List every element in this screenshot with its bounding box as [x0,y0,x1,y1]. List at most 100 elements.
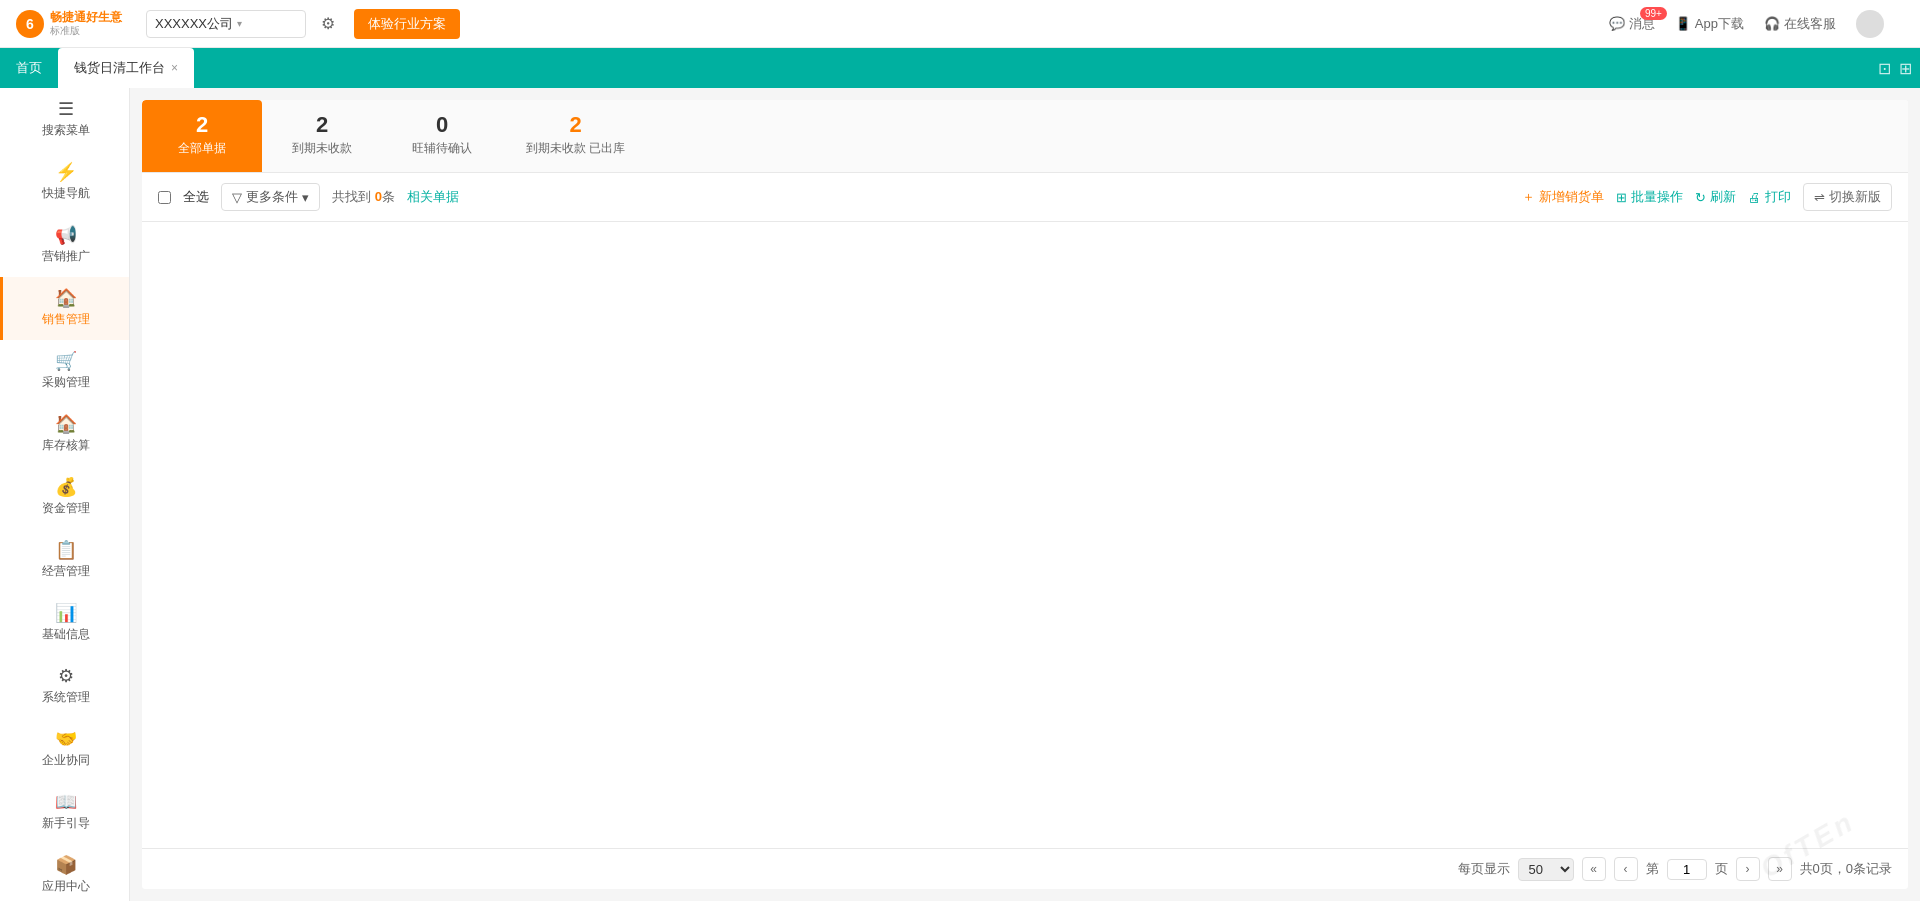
print-button[interactable]: 🖨 打印 [1748,188,1791,206]
related-label[interactable]: 相关单据 [407,188,459,206]
switch-version-button[interactable]: ⇌ 切换新版 [1803,183,1892,211]
operation-icon: 📋 [55,541,77,559]
sidebar-item-enterprise[interactable]: 🤝 企业协同 [0,718,129,781]
search-menu-icon: ☰ [58,100,74,118]
toolbar: 全选 ▽ 更多条件 ▾ 共找到 0条 相关单据 ＋ 新增销货单 ⊞ [142,173,1908,222]
next-page-button[interactable]: › [1736,857,1760,881]
batch-icon: ⊞ [1616,190,1627,205]
system-icon: ⚙ [58,667,74,685]
sidebar-item-label-quick: 快捷导航 [42,185,90,202]
stat-tab-overdue-shipped[interactable]: 2 到期未收款 已出库 [502,100,649,172]
switch-icon: ⇌ [1814,190,1825,205]
tab-home[interactable]: 首页 [0,48,58,88]
tab-bar-actions: ⊡ ⊞ [1878,59,1920,78]
batch-button[interactable]: ⊞ 批量操作 [1616,188,1683,206]
online-service-label: 在线客服 [1784,15,1836,33]
toolbar-right: ＋ 新增销货单 ⊞ 批量操作 ↻ 刷新 🖨 打印 [1522,183,1892,211]
purchase-icon: 🛒 [55,352,77,370]
sidebar-item-search-menu[interactable]: ☰ 搜索菜单 [0,88,129,151]
logo-area: 6 畅捷通好生意 标准版 [16,10,146,38]
stat-tab-wangwang[interactable]: 0 旺辅待确认 [382,100,502,172]
stat-label-overdue-shipped: 到期未收款 已出库 [526,140,625,157]
sidebar-item-finance[interactable]: 💰 资金管理 [0,466,129,529]
batch-label: 批量操作 [1631,188,1683,206]
company-name: XXXXXX公司 [155,15,233,33]
sidebar-item-basic-info[interactable]: 📊 基础信息 [0,592,129,655]
filter-icon: ▽ [232,190,242,205]
stat-count-overdue: 2 [316,112,328,138]
avatar[interactable] [1856,10,1884,38]
last-page-button[interactable]: » [1768,857,1792,881]
sidebar-item-label-operation: 经营管理 [42,563,90,580]
add-icon: ＋ [1522,188,1535,206]
service-icon: 🎧 [1764,16,1780,31]
app-download-icon: 📱 [1675,16,1691,31]
sidebar-item-marketing[interactable]: 📢 营销推广 [0,214,129,277]
select-all-checkbox[interactable] [158,191,171,204]
switch-label: 切换新版 [1829,188,1881,206]
sidebar: ☰ 搜索菜单 ⚡ 快捷导航 📢 营销推广 🏠 销售管理 🛒 采购管理 🏠 库存核… [0,88,130,901]
stats-tabs: 2 全部单据 2 到期未收款 0 旺辅待确认 2 到期未收款 已出库 [142,100,1908,173]
page-label: 第 [1646,860,1659,878]
message-button[interactable]: 💬 消息 99+ [1609,15,1655,33]
filter-label: 更多条件 [246,188,298,206]
refresh-button[interactable]: ↻ 刷新 [1695,188,1736,206]
sidebar-item-quick-nav[interactable]: ⚡ 快捷导航 [0,151,129,214]
company-selector[interactable]: XXXXXX公司 ▾ [146,10,306,38]
online-service-button[interactable]: 🎧 在线客服 [1764,15,1836,33]
logo-text: 畅捷通好生意 标准版 [50,10,122,36]
filter-button[interactable]: ▽ 更多条件 ▾ [221,183,320,211]
found-count: 0 [375,189,382,204]
add-sale-button[interactable]: ＋ 新增销货单 [1522,188,1604,206]
quick-nav-icon: ⚡ [55,163,77,181]
refresh-label: 刷新 [1710,188,1736,206]
finance-icon: 💰 [55,478,77,496]
table-area [142,222,1908,848]
page-info: 共0页，0条记录 [1800,860,1892,878]
sidebar-item-system[interactable]: ⚙ 系统管理 [0,655,129,718]
sidebar-item-app-center[interactable]: 📦 应用中心 [0,844,129,901]
sidebar-item-label-finance: 资金管理 [42,500,90,517]
inventory-icon: 🏠 [55,415,77,433]
tab-minimize-icon[interactable]: ⊡ [1878,59,1891,78]
refresh-icon: ↻ [1695,190,1706,205]
marketing-icon: 📢 [55,226,77,244]
logo-main: 畅捷通好生意 [50,10,122,24]
page-size-select[interactable]: 50 100 200 [1518,858,1574,881]
sidebar-item-operation[interactable]: 📋 经营管理 [0,529,129,592]
stat-label-all: 全部单据 [178,140,226,157]
stat-tab-all[interactable]: 2 全部单据 [142,100,262,172]
select-all-label: 全选 [183,188,209,206]
sidebar-item-label-basic: 基础信息 [42,626,90,643]
sidebar-item-sales[interactable]: 🏠 销售管理 [0,277,129,340]
stat-count-overdue-shipped: 2 [570,112,582,138]
filter-chevron-icon: ▾ [302,190,309,205]
gear-button[interactable]: ⚙ [314,10,342,38]
sidebar-item-inventory[interactable]: 🏠 库存核算 [0,403,129,466]
top-header: 6 畅捷通好生意 标准版 XXXXXX公司 ▾ ⚙ 体验行业方案 💬 消息 99… [0,0,1920,48]
tab-maximize-icon[interactable]: ⊞ [1899,59,1912,78]
app-download-button[interactable]: 📱 App下载 [1675,15,1744,33]
prev-page-button[interactable]: ‹ [1614,857,1638,881]
sidebar-item-newbie[interactable]: 📖 新手引导 [0,781,129,844]
sidebar-item-purchase[interactable]: 🛒 采购管理 [0,340,129,403]
stat-tab-overdue[interactable]: 2 到期未收款 [262,100,382,172]
first-page-button[interactable]: « [1582,857,1606,881]
sidebar-item-label-inventory: 库存核算 [42,437,90,454]
sidebar-item-label-enterprise: 企业协同 [42,752,90,769]
stat-count-all: 2 [196,112,208,138]
page-number-input[interactable] [1667,859,1707,880]
sidebar-item-label-system: 系统管理 [42,689,90,706]
tab-close-icon[interactable]: × [171,61,178,75]
found-text: 共找到 0条 [332,188,395,206]
basic-info-icon: 📊 [55,604,77,622]
trial-button[interactable]: 体验行业方案 [354,9,460,39]
sidebar-item-label-sales: 销售管理 [42,311,90,328]
content-area: 2 全部单据 2 到期未收款 0 旺辅待确认 2 到期未收款 已出库 [130,88,1920,901]
logo-sub: 标准版 [50,25,122,37]
stat-label-wangwang: 旺辅待确认 [412,140,472,157]
stat-count-wangwang: 0 [436,112,448,138]
tab-work[interactable]: 钱货日清工作台 × [58,48,194,88]
sidebar-item-label-app: 应用中心 [42,878,90,895]
enterprise-icon: 🤝 [55,730,77,748]
